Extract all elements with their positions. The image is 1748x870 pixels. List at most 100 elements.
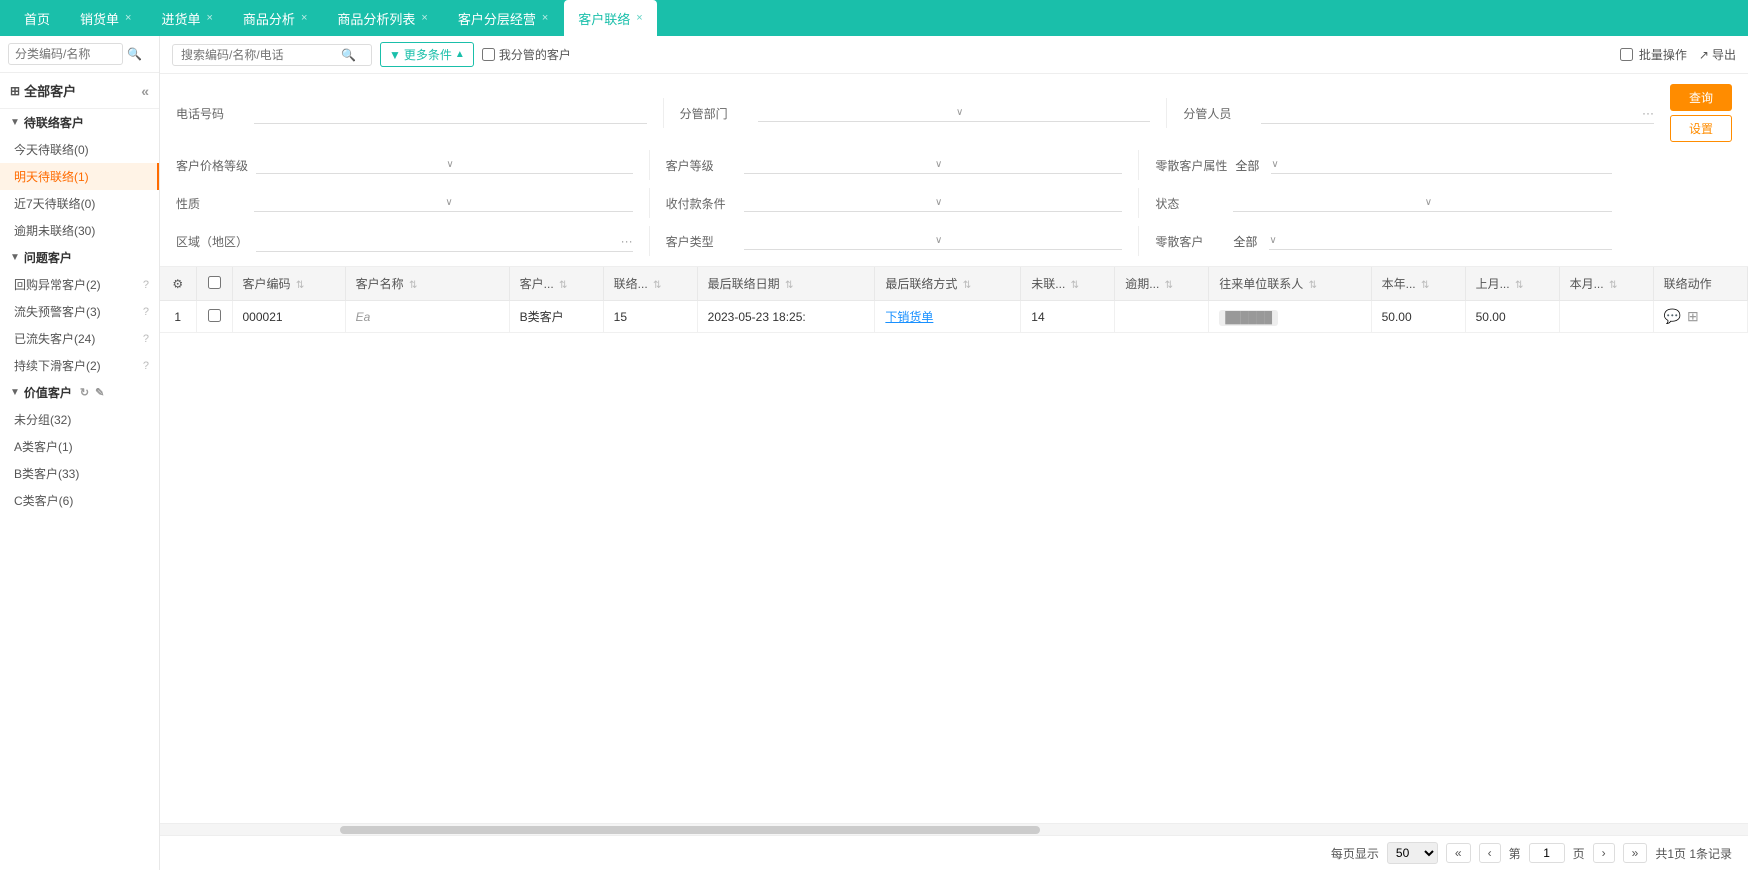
sort-this-year-icon[interactable]: ⇅ bbox=[1421, 280, 1429, 291]
nav-tab-purchase[interactable]: 进货单 × bbox=[147, 0, 226, 36]
scrollbar-thumb[interactable] bbox=[340, 826, 1040, 834]
filter-nature-select[interactable]: ∨ bbox=[254, 194, 633, 212]
filter-region-ellipsis[interactable]: ··· bbox=[621, 234, 633, 248]
cell-this-month bbox=[1559, 301, 1653, 333]
refresh-icon[interactable]: ↻ bbox=[80, 386, 89, 399]
filter-phone-input[interactable] bbox=[254, 103, 647, 124]
sort-last-date-icon[interactable]: ⇅ bbox=[785, 280, 793, 291]
filter-retail-select[interactable]: ∨ bbox=[1269, 232, 1612, 250]
sidebar-item-overdue-contact[interactable]: 逾期未联络(30) bbox=[0, 217, 159, 244]
sidebar-item-ungrouped[interactable]: 未分组(32) bbox=[0, 406, 159, 433]
col-settings[interactable]: ⚙ bbox=[160, 267, 196, 301]
cell-this-year: 50.00 bbox=[1371, 301, 1465, 333]
sidebar-group-value[interactable]: ▼ 价值客户 ↻ ✎ bbox=[0, 379, 159, 406]
search-input[interactable] bbox=[181, 48, 341, 62]
sidebar-item-class-c[interactable]: C类客户(6) bbox=[0, 487, 159, 514]
sidebar-group-pending[interactable]: ▼ 待联络客户 bbox=[0, 109, 159, 136]
sidebar-item-week-contact[interactable]: 近7天待联络(0) bbox=[0, 190, 159, 217]
col-name: 客户名称 ⇅ bbox=[345, 267, 509, 301]
sort-this-month-icon[interactable]: ⇅ bbox=[1609, 280, 1617, 291]
sidebar-item-class-b[interactable]: B类客户(33) bbox=[0, 460, 159, 487]
cell-last-method[interactable]: 下销货单 bbox=[875, 301, 1021, 333]
info-icon: ? bbox=[143, 279, 149, 291]
row-checkbox[interactable] bbox=[208, 309, 221, 322]
filter-customer-type-select[interactable]: ∨ bbox=[744, 232, 1123, 250]
search-box: 🔍 bbox=[172, 44, 372, 66]
last-page-btn[interactable]: » bbox=[1623, 843, 1648, 863]
sort-type-icon[interactable]: ⇅ bbox=[559, 280, 567, 291]
sort-contact-count-icon[interactable]: ⇅ bbox=[653, 280, 661, 291]
nav-home[interactable]: 首页 bbox=[10, 0, 64, 36]
filter-customer-level: 客户等级 ∨ bbox=[666, 156, 1123, 174]
info-icon-3: ? bbox=[143, 333, 149, 345]
export-btn[interactable]: ↗ 导出 bbox=[1699, 46, 1736, 63]
filter-customer-level-select[interactable]: ∨ bbox=[744, 156, 1123, 174]
col-overdue: 逾期... ⇅ bbox=[1115, 267, 1209, 301]
more-actions-icon[interactable]: ⊞ bbox=[1687, 308, 1699, 325]
sort-name-icon[interactable]: ⇅ bbox=[409, 280, 417, 291]
sort-last-month-icon[interactable]: ⇅ bbox=[1515, 280, 1523, 291]
filter-price-level-select[interactable]: ∨ bbox=[256, 156, 633, 174]
sidebar-item-today-contact[interactable]: 今天待联络(0) bbox=[0, 136, 159, 163]
sidebar-item-class-a[interactable]: A类客户(1) bbox=[0, 433, 159, 460]
filter-divider-7 bbox=[649, 226, 650, 256]
page-number-input[interactable] bbox=[1529, 843, 1565, 863]
close-tab-customer-tier-icon[interactable]: × bbox=[542, 12, 548, 24]
next-page-btn[interactable]: › bbox=[1593, 843, 1615, 863]
first-page-btn[interactable]: « bbox=[1446, 843, 1471, 863]
close-tab-analysis-icon[interactable]: × bbox=[301, 12, 307, 24]
filter-nature: 性质 ∨ bbox=[176, 194, 633, 212]
search-icon[interactable]: 🔍 bbox=[341, 48, 356, 62]
nav-tab-analysis-list[interactable]: 商品分析列表 × bbox=[323, 0, 441, 36]
horizontal-scrollbar[interactable] bbox=[160, 823, 1748, 835]
sort-last-method-icon[interactable]: ⇅ bbox=[963, 280, 971, 291]
contact-icon[interactable]: 💬 bbox=[1664, 308, 1681, 325]
filter-person-ellipsis[interactable]: ··· bbox=[1642, 106, 1654, 120]
batch-checkbox[interactable] bbox=[1620, 48, 1633, 61]
filter-retail-attr-select[interactable]: ∨ bbox=[1271, 156, 1612, 174]
edit-icon[interactable]: ✎ bbox=[95, 386, 104, 399]
page-size-select[interactable]: 50 100 200 bbox=[1387, 842, 1438, 864]
nav-tab-customer-contact[interactable]: 客户联络 × bbox=[564, 0, 656, 36]
nav-tab-analysis[interactable]: 商品分析 × bbox=[229, 0, 321, 36]
sidebar-item-churn-warning[interactable]: 流失预警客户(3) ? bbox=[0, 298, 159, 325]
sidebar-item-declining[interactable]: 持续下滑客户(2) ? bbox=[0, 352, 159, 379]
sidebar-all-customers[interactable]: ⊞ 全部客户 « bbox=[0, 73, 159, 109]
close-tab-sales-icon[interactable]: × bbox=[125, 12, 131, 24]
sidebar-search-icon[interactable]: 🔍 bbox=[127, 47, 142, 61]
reset-btn[interactable]: 设置 bbox=[1670, 115, 1732, 142]
filter-divider-5 bbox=[649, 188, 650, 218]
sort-overdue-icon[interactable]: ⇅ bbox=[1165, 280, 1173, 291]
chevron-down-icon-8: ∨ bbox=[935, 235, 1122, 246]
close-tab-analysis-list-icon[interactable]: × bbox=[421, 12, 427, 24]
last-method-link[interactable]: 下销货单 bbox=[885, 310, 933, 324]
batch-ops-btn[interactable]: 批量操作 bbox=[1620, 46, 1687, 63]
sidebar-item-churned[interactable]: 已流失客户(24) ? bbox=[0, 325, 159, 352]
filter-dept-select[interactable]: ∨ bbox=[758, 104, 1151, 122]
select-all-checkbox[interactable] bbox=[208, 276, 221, 289]
close-tab-purchase-icon[interactable]: × bbox=[206, 12, 212, 24]
nav-tab-customer-tier[interactable]: 客户分层经营 × bbox=[444, 0, 562, 36]
sidebar-item-tomorrow-contact[interactable]: 明天待联络(1) bbox=[0, 163, 159, 190]
main-layout: 🔍 ⊞ 全部客户 « ▼ 待联络客户 今天待联络(0) 明天待联络(1) 近7天… bbox=[0, 36, 1748, 870]
sidebar-group-problem[interactable]: ▼ 问题客户 bbox=[0, 244, 159, 271]
my-customers-checkbox-label[interactable]: 我分管的客户 bbox=[482, 46, 571, 63]
sidebar-search-input[interactable] bbox=[8, 43, 123, 65]
my-customers-checkbox[interactable] bbox=[482, 48, 495, 61]
settings-icon[interactable]: ⚙ bbox=[172, 277, 183, 291]
sort-uncontacted-icon[interactable]: ⇅ bbox=[1071, 280, 1079, 291]
sort-company-contact-icon[interactable]: ⇅ bbox=[1309, 280, 1317, 291]
close-tab-customer-contact-icon[interactable]: × bbox=[636, 12, 642, 24]
collapse-icon[interactable]: « bbox=[141, 83, 149, 99]
nav-tab-sales[interactable]: 销货单 × bbox=[66, 0, 145, 36]
query-btn[interactable]: 查询 bbox=[1670, 84, 1732, 111]
filter-actions: 查询 设置 bbox=[1670, 84, 1732, 142]
prev-page-btn[interactable]: ‹ bbox=[1479, 843, 1501, 863]
sidebar-item-repurchase-abnormal[interactable]: 回购异常客户(2) ? bbox=[0, 271, 159, 298]
sort-code-icon[interactable]: ⇅ bbox=[296, 280, 304, 291]
filter-more-btn[interactable]: ▼ 更多条件 ▲ bbox=[380, 42, 474, 67]
filter-payment-select[interactable]: ∨ bbox=[744, 194, 1123, 212]
filter-status-select[interactable]: ∨ bbox=[1233, 194, 1612, 212]
col-this-month: 本月... ⇅ bbox=[1559, 267, 1653, 301]
filter-region: 区域（地区） ··· bbox=[176, 231, 633, 252]
